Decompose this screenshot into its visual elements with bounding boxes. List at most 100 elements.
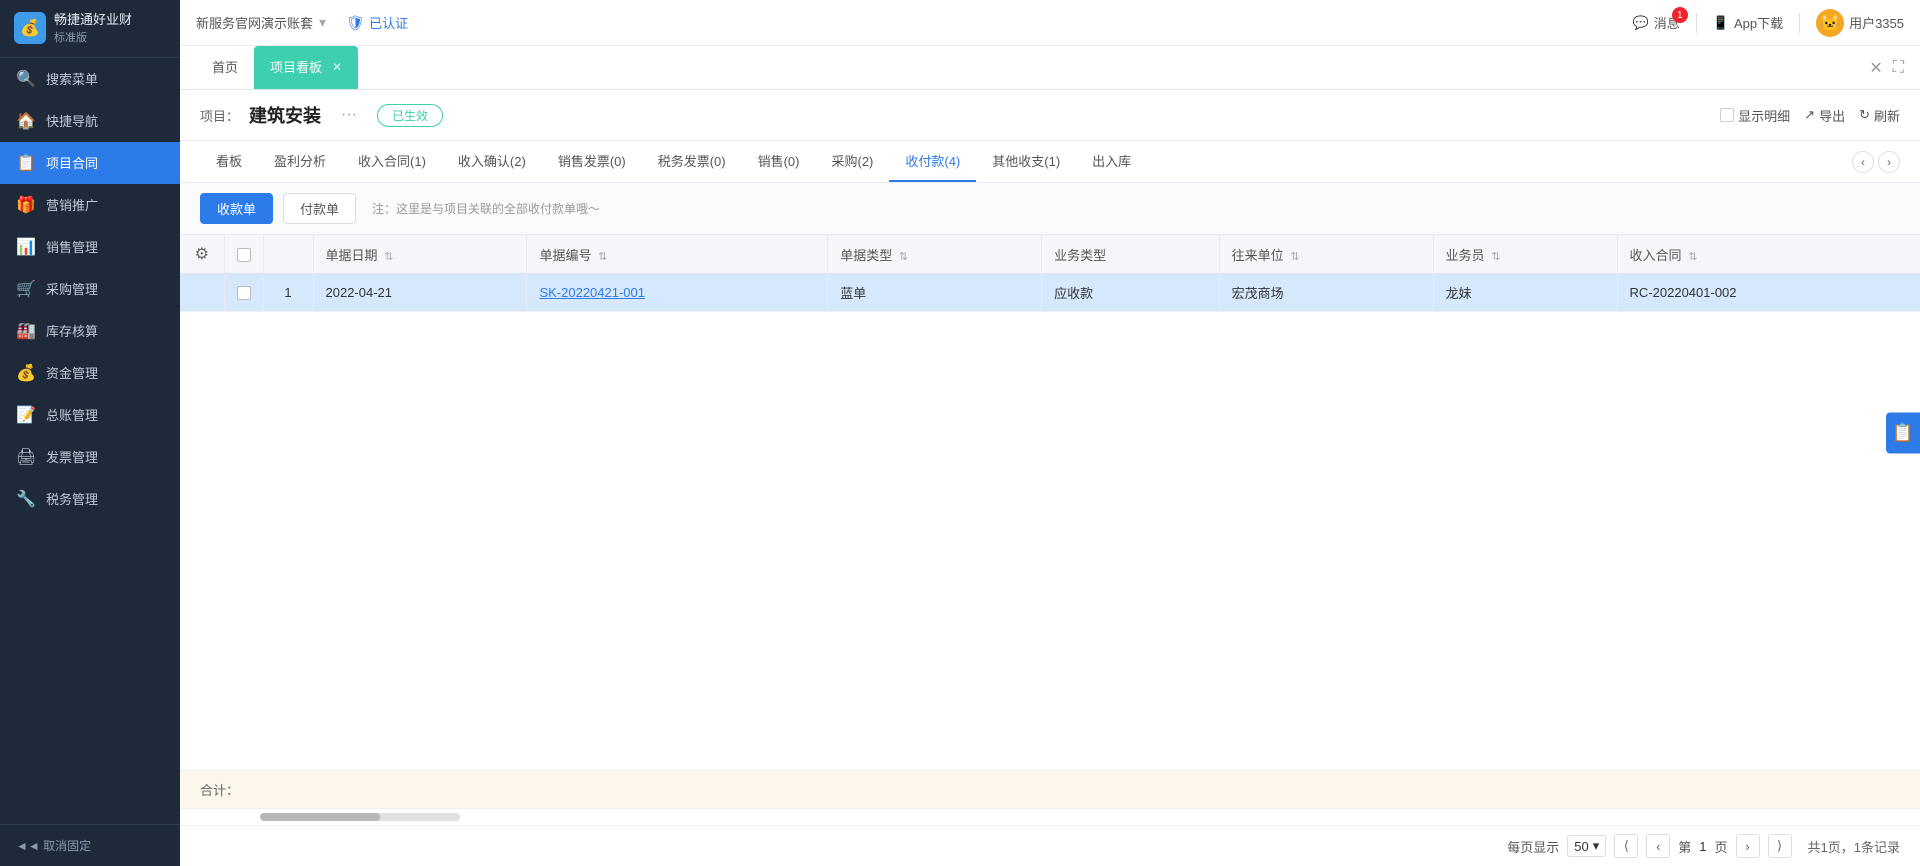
maximize-window-icon[interactable]: ⛶ [1893, 59, 1904, 77]
topbar-certified: 🛡 已认证 [346, 13, 408, 32]
main-content: 新服务官网演示账套 ▾ 🛡 已认证 💬 消息 1 📱 App下载 🐱 用户335… [180, 0, 1920, 866]
row-type-cell: 蓝单 [828, 274, 1042, 312]
date-sort-icon[interactable]: ⇅ [384, 251, 393, 263]
sidebar-item-purchase[interactable]: 🛒 采购管理 [0, 268, 180, 310]
subtab-payment-button[interactable]: 付款单 [283, 193, 356, 224]
float-sidebar-button[interactable]: 📋 [1886, 413, 1920, 454]
subnav-tab-income-contract[interactable]: 收入合同(1) [342, 141, 442, 182]
subnav-tab-kanban[interactable]: 看板 [200, 141, 258, 182]
dropdown-arrow-icon[interactable]: ▾ [319, 14, 326, 31]
more-options-icon[interactable]: ··· [341, 106, 357, 124]
refresh-icon: ↻ [1859, 107, 1870, 123]
income-contract-sort-icon[interactable]: ⇅ [1688, 251, 1697, 263]
subtab-receipt-button[interactable]: 收款单 [200, 193, 273, 224]
sidebar-item-marketing[interactable]: 🎁 营销推广 [0, 184, 180, 226]
income-contract-col-header: 收入合同 ⇅ [1617, 235, 1920, 274]
sidebar-item-invoice[interactable]: 🖨 发票管理 [0, 436, 180, 478]
unpin-button[interactable]: ◄◄ 取消固定 [0, 824, 180, 866]
sidebar-item-search[interactable]: 🔍 搜索菜单 [0, 58, 180, 100]
search-icon: 🔍 [16, 69, 36, 89]
code-col-header: 单据编号 ⇅ [527, 235, 828, 274]
next-page-button[interactable]: › [1736, 834, 1760, 858]
partner-col-header: 往来单位 ⇅ [1219, 235, 1433, 274]
sidebar-item-ledger[interactable]: 📝 总账管理 [0, 394, 180, 436]
sidebar-item-sales[interactable]: 📊 销售管理 [0, 226, 180, 268]
table-footer: 合计： [180, 770, 1920, 808]
row-date-cell: 2022-04-21 [313, 274, 527, 312]
per-page-value: 50 [1574, 839, 1588, 854]
date-col-header: 单据日期 ⇅ [313, 235, 527, 274]
subnav-tab-income-confirm[interactable]: 收入确认(2) [442, 141, 542, 182]
sidebar-item-label: 总账管理 [46, 405, 98, 424]
per-page-label: 每页显示 [1507, 837, 1559, 856]
shield-icon: 🛡 [346, 14, 365, 32]
row-salesperson-cell: 龙妹 [1433, 274, 1617, 312]
sidebar-item-label: 税务管理 [46, 489, 98, 508]
subnav-tab-warehouse[interactable]: 出入库 [1076, 141, 1147, 182]
sidebar-item-shortcut[interactable]: 🏠 快捷导航 [0, 100, 180, 142]
subnav-next-icon[interactable]: › [1878, 151, 1900, 173]
biz-type-col-header: 业务类型 [1042, 235, 1219, 274]
table-row[interactable]: 1 2022-04-21 SK-20220421-001 蓝单 应收款 [180, 274, 1920, 312]
export-label: 导出 [1819, 106, 1845, 125]
tab-kanban[interactable]: 项目看板 ✕ [254, 46, 358, 89]
app-download-button[interactable]: 📱 App下载 [1713, 13, 1783, 32]
table-container[interactable]: ⚙ 单据日期 ⇅ 单据编号 ⇅ [180, 235, 1920, 770]
last-page-icon: ⟩ [1777, 838, 1782, 854]
tab-home[interactable]: 首页 [196, 46, 254, 89]
subnav-tab-purchase[interactable]: 采购(2) [815, 141, 889, 182]
sidebar-item-inventory[interactable]: 🏭 库存核算 [0, 310, 180, 352]
project-title-prefix: 项目： [200, 106, 239, 125]
salesperson-sort-icon[interactable]: ⇅ [1491, 251, 1500, 263]
per-page-select[interactable]: 50 ▾ [1567, 835, 1606, 857]
sidebar-item-label: 项目合同 [46, 153, 98, 172]
topbar: 新服务官网演示账套 ▾ 🛡 已认证 💬 消息 1 📱 App下载 🐱 用户335… [180, 0, 1920, 46]
select-all-checkbox[interactable] [237, 248, 251, 262]
prev-page-button[interactable]: ‹ [1646, 834, 1670, 858]
subnav-prev-icon[interactable]: ‹ [1852, 151, 1874, 173]
close-window-icon[interactable]: ✕ [1869, 58, 1882, 78]
subnav-tab-tax-invoice[interactable]: 税务发票(0) [642, 141, 742, 182]
divider [1799, 13, 1800, 33]
subnav-tab-sales-invoice[interactable]: 销售发票(0) [542, 141, 642, 182]
tab-close-icon[interactable]: ✕ [332, 60, 342, 74]
subnav-arrows: ‹ › [1852, 151, 1900, 173]
sidebar-item-tax[interactable]: 🔧 税务管理 [0, 478, 180, 520]
export-action[interactable]: ↗ 导出 [1804, 106, 1845, 125]
type-sort-icon[interactable]: ⇅ [899, 251, 908, 263]
user-menu[interactable]: 🐱 用户3355 [1816, 9, 1904, 37]
subnav-tab-sales[interactable]: 销售(0) [742, 141, 816, 182]
horizontal-scrollbar[interactable] [260, 813, 460, 821]
sidebar-item-project[interactable]: 📋 项目合同 [0, 142, 180, 184]
page-total-info: 共1页，1条记录 [1808, 837, 1900, 856]
app-label: App下载 [1734, 13, 1783, 32]
row-checkbox[interactable] [237, 286, 251, 300]
code-sort-icon[interactable]: ⇅ [598, 251, 607, 263]
certified-label: 已认证 [369, 13, 408, 32]
subtab-note: 注：这里是与项目关联的全部收付款单哦～ [372, 200, 600, 217]
subnav-tab-receipt[interactable]: 收付款(4) [889, 141, 976, 182]
home-icon: 🏠 [16, 111, 36, 131]
finance-icon: 💰 [16, 363, 36, 383]
refresh-action[interactable]: ↻ 刷新 [1859, 106, 1900, 125]
page-suffix: 页 [1715, 837, 1728, 856]
show-detail-action[interactable]: 显示明细 [1720, 106, 1790, 125]
subnav-tab-profit[interactable]: 盈利分析 [258, 141, 342, 182]
row-checkbox-cell [224, 274, 263, 312]
column-settings-icon[interactable]: ⚙ [195, 246, 209, 263]
row-income-contract-cell: RC-20220401-002 [1617, 274, 1920, 312]
sidebar-item-label: 发票管理 [46, 447, 98, 466]
receipt-code-link[interactable]: SK-20220421-001 [539, 285, 645, 300]
message-button[interactable]: 💬 消息 1 [1633, 13, 1680, 32]
sidebar-menu: 🔍 搜索菜单 🏠 快捷导航 📋 项目合同 🎁 营销推广 📊 销售管理 🛒 采购管… [0, 58, 180, 824]
last-page-button[interactable]: ⟩ [1768, 834, 1792, 858]
partner-sort-icon[interactable]: ⇅ [1290, 251, 1299, 263]
sidebar-item-finance[interactable]: 💰 资金管理 [0, 352, 180, 394]
subnav-tab-other-expense[interactable]: 其他收支(1) [976, 141, 1076, 182]
type-col-header: 单据类型 ⇅ [828, 235, 1042, 274]
table-header-row: ⚙ 单据日期 ⇅ 单据编号 ⇅ [180, 235, 1920, 274]
first-page-button[interactable]: ⟨ [1614, 834, 1638, 858]
show-detail-checkbox[interactable] [1720, 108, 1734, 122]
total-label: 合计： [200, 780, 239, 799]
show-detail-label: 显示明细 [1738, 106, 1790, 125]
